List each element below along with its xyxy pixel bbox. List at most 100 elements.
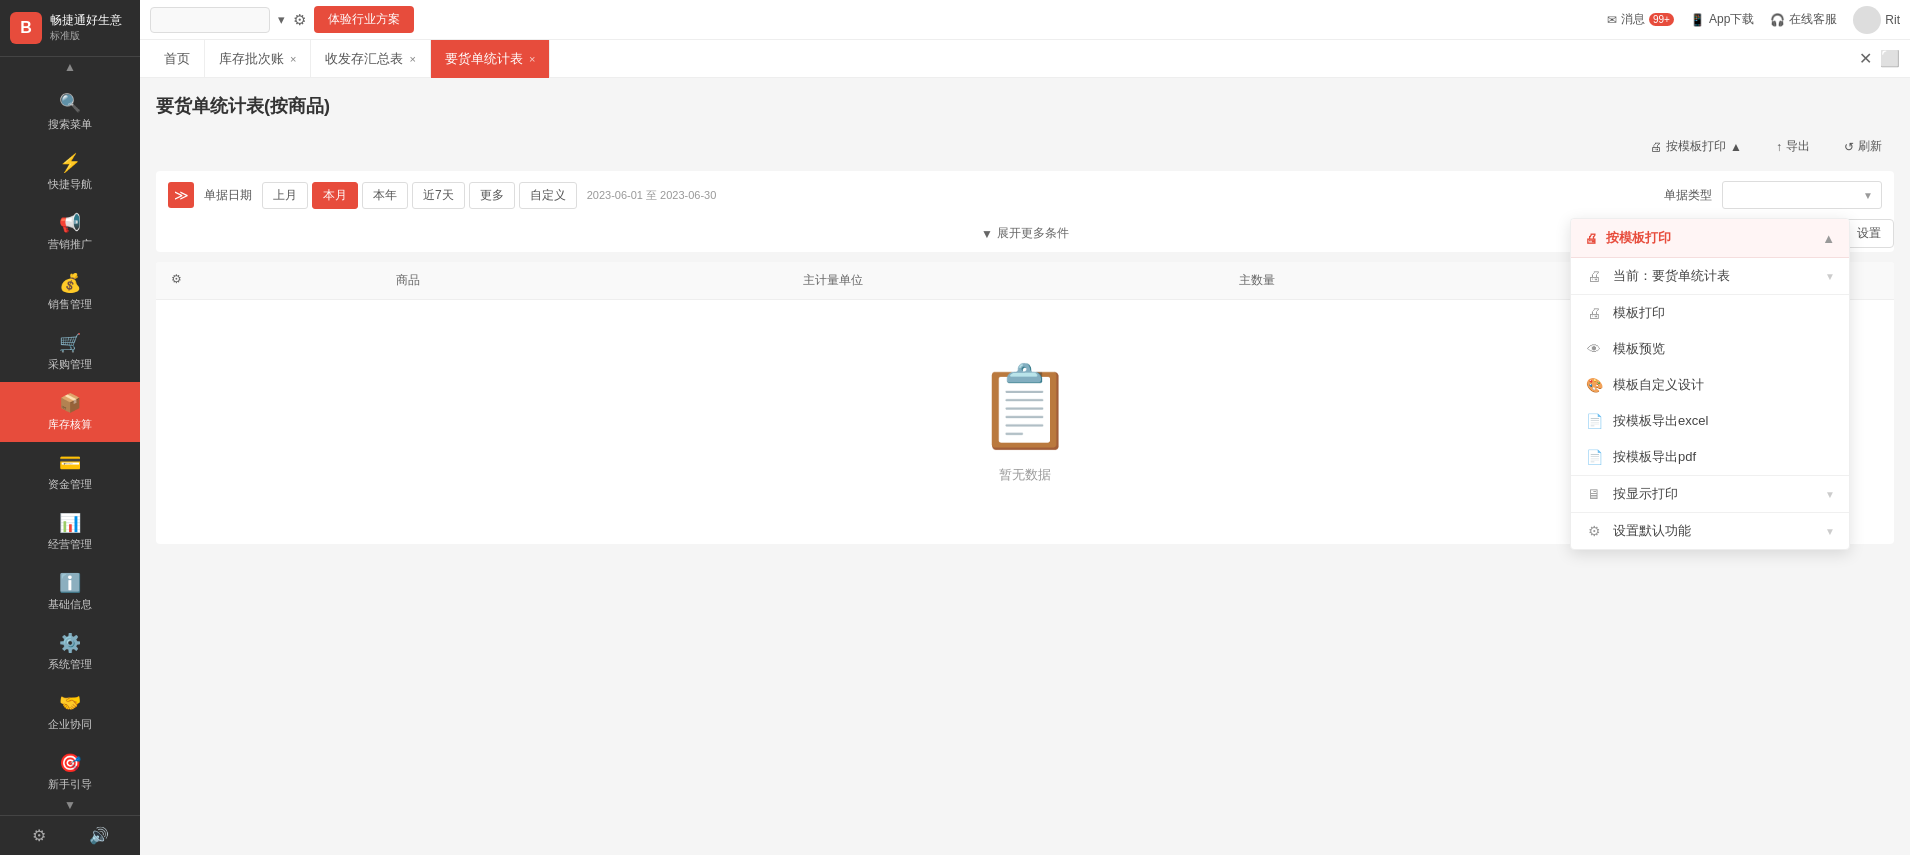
sidebar-item-label: 资金管理 xyxy=(48,477,92,492)
sidebar-item-marketing[interactable]: 📢营销推广 xyxy=(0,202,140,262)
th-gear[interactable]: ⚙ xyxy=(156,262,196,299)
order-type-select[interactable]: ▼ xyxy=(1722,181,1882,209)
sidebar-item-inventory[interactable]: 📦库存核算 xyxy=(0,382,140,442)
empty-text: 暂无数据 xyxy=(999,466,1051,484)
basic-icon: ℹ️ xyxy=(59,572,81,594)
dropdown-item-template-pdf[interactable]: 📄按模板导出pdf xyxy=(1571,439,1849,475)
refresh-label: 刷新 xyxy=(1858,138,1882,155)
tab-close-inventory-batch[interactable]: × xyxy=(290,53,296,65)
tab-close-all-btn[interactable]: ✕ xyxy=(1859,49,1872,68)
date-option-更多[interactable]: 更多 xyxy=(469,182,515,209)
tab-close-order-stats[interactable]: × xyxy=(529,53,535,65)
template-print-label: 模板打印 xyxy=(1613,304,1665,322)
dropdown-item-template-excel[interactable]: 📄按模板导出excel xyxy=(1571,403,1849,439)
print-dropdown-menu: 🖨 按模板打印 ▲ 🖨 当前：要货单统计表 ▼ 🖨模板打印👁模板预览🎨模板自定义… xyxy=(1570,218,1850,550)
message-btn[interactable]: ✉ 消息 99+ xyxy=(1607,11,1674,28)
sidebar-scroll-up[interactable]: ▲ xyxy=(0,57,140,77)
dropdown-print-icon: 🖨 xyxy=(1585,231,1598,246)
sidebar-item-guide[interactable]: 🎯 新手引导 xyxy=(0,742,140,795)
sidebar-item-label: 快捷导航 xyxy=(48,177,92,192)
settings-footer-icon[interactable]: ⚙ xyxy=(32,826,46,845)
sidebar-scroll-down[interactable]: ▼ xyxy=(0,795,140,815)
dropdown-item-template-print[interactable]: 🖨模板打印 xyxy=(1571,295,1849,331)
tab-order-stats[interactable]: 要货单统计表× xyxy=(431,40,550,78)
dropdown-current-item[interactable]: 🖨 当前：要货单统计表 ▼ xyxy=(1571,258,1849,294)
dropdown-chevron-up-icon[interactable]: ▲ xyxy=(1822,231,1835,246)
sidebar-item-operations[interactable]: 📊经营管理 xyxy=(0,502,140,562)
user-name: Rit xyxy=(1885,13,1900,27)
dropdown-section-display-print[interactable]: 🖥 按显示打印 ▼ xyxy=(1571,476,1849,512)
online-service-btn[interactable]: 🎧 在线客服 xyxy=(1770,11,1837,28)
dropdown-current-label: 当前：要货单统计表 xyxy=(1613,267,1730,285)
template-preview-label: 模板预览 xyxy=(1613,340,1665,358)
export-btn[interactable]: ↑ 导出 xyxy=(1764,132,1822,161)
dropdown-title: 按模板打印 xyxy=(1606,229,1671,247)
sidebar-item-label: 新手引导 xyxy=(48,777,92,792)
template-pdf-label: 按模板导出pdf xyxy=(1613,448,1696,466)
sidebar-item-label: 采购管理 xyxy=(48,357,92,372)
order-type-arrow-icon: ▼ xyxy=(1863,190,1873,201)
system-icon: ⚙️ xyxy=(59,632,81,654)
refresh-btn[interactable]: ↺ 刷新 xyxy=(1832,132,1894,161)
tab-receipts-summary[interactable]: 收发存汇总表× xyxy=(311,40,430,78)
quicknav-icon: ⚡ xyxy=(59,152,81,174)
trial-industry-btn[interactable]: 体验行业方案 xyxy=(314,6,414,33)
search-dropdown-btn[interactable]: ▾ xyxy=(278,12,285,27)
search-input[interactable] xyxy=(150,7,270,33)
app-download-btn[interactable]: 📱 App下载 xyxy=(1690,11,1754,28)
dropdown-current-arrow-icon: ▼ xyxy=(1825,271,1835,282)
template-design-icon: 🎨 xyxy=(1585,377,1603,393)
date-options: 上月本月本年近7天更多自定义 xyxy=(262,182,577,209)
dropdown-item-template-design[interactable]: 🎨模板自定义设计 xyxy=(1571,367,1849,403)
date-option-近7天[interactable]: 近7天 xyxy=(412,182,465,209)
sidebar-item-basic[interactable]: ℹ️基础信息 xyxy=(0,562,140,622)
guide-icon: 🎯 xyxy=(59,752,81,774)
sidebar-item-search[interactable]: 🔍搜索菜单 xyxy=(0,82,140,142)
export-label: 导出 xyxy=(1786,138,1810,155)
sidebar-item-sales[interactable]: 💰销售管理 xyxy=(0,262,140,322)
date-option-自定义[interactable]: 自定义 xyxy=(519,182,577,209)
sidebar-item-quicknav[interactable]: ⚡ 快捷导航 xyxy=(0,142,140,202)
user-avatar[interactable]: Rit xyxy=(1853,6,1900,34)
th-product: 商品 xyxy=(196,262,621,299)
tab-inventory-batch[interactable]: 库存批次账× xyxy=(205,40,311,78)
tab-bar-actions: ✕ ⬜ xyxy=(1859,49,1910,68)
content-area: 要货单统计表(按商品) 🖨 按模板打印 ▲ ↑ 导出 ↺ 刷新 ≫ 单据日期 上… xyxy=(140,78,1910,855)
th-unit: 主计量单位 xyxy=(621,262,1046,299)
page-title: 要货单统计表(按商品) xyxy=(156,94,1894,118)
tab-bar: 首页库存批次账×收发存汇总表×要货单统计表× ✕ ⬜ xyxy=(140,40,1910,78)
action-bar: 🖨 按模板打印 ▲ ↑ 导出 ↺ 刷新 xyxy=(156,132,1894,161)
tab-maximize-btn[interactable]: ⬜ xyxy=(1880,49,1900,68)
sidebar-item-label: 经营管理 xyxy=(48,537,92,552)
main-area: ▾ ⚙ 体验行业方案 ✉ 消息 99+ 📱 App下载 🎧 在线客服 Rit 首… xyxy=(140,0,1910,855)
inventory-icon: 📦 xyxy=(59,392,81,414)
dropdown-item-template-preview[interactable]: 👁模板预览 xyxy=(1571,331,1849,367)
expand-more-label: 展开更多条件 xyxy=(997,225,1069,242)
dropdown-section-default-func[interactable]: ⚙设置默认功能▼ xyxy=(1571,513,1849,549)
filter-expand-btn[interactable]: ≫ xyxy=(168,182,194,208)
date-option-上月[interactable]: 上月 xyxy=(262,182,308,209)
print-template-btn[interactable]: 🖨 按模板打印 ▲ xyxy=(1638,132,1754,161)
sidebar-item-collab[interactable]: 🤝企业协同 xyxy=(0,682,140,742)
sidebar-item-label: 企业协同 xyxy=(48,717,92,732)
tab-home[interactable]: 首页 xyxy=(150,40,205,78)
app-download-label: App下载 xyxy=(1709,11,1754,28)
template-excel-icon: 📄 xyxy=(1585,413,1603,429)
display-print-icon: 🖥 xyxy=(1585,486,1603,502)
tab-close-receipts-summary[interactable]: × xyxy=(409,53,415,65)
display-print-label: 按显示打印 xyxy=(1613,485,1678,503)
sidebar-item-purchase[interactable]: 🛒采购管理 xyxy=(0,322,140,382)
search-icon: 🔍 xyxy=(59,92,81,114)
date-option-本年[interactable]: 本年 xyxy=(362,182,408,209)
sales-icon: 💰 xyxy=(59,272,81,294)
sidebar-item-system[interactable]: ⚙️系统管理 xyxy=(0,622,140,682)
expand-more-btn[interactable]: ▼ 展开更多条件 xyxy=(981,225,1069,242)
sidebar-item-finance[interactable]: 💳资金管理 xyxy=(0,442,140,502)
gear-icon[interactable]: ⚙ xyxy=(293,11,306,29)
message-badge: 99+ xyxy=(1649,13,1674,26)
headset-icon: 🎧 xyxy=(1770,13,1785,27)
audio-footer-icon[interactable]: 🔊 xyxy=(89,826,109,845)
date-option-本月[interactable]: 本月 xyxy=(312,182,358,209)
display-print-arrow-icon: ▼ xyxy=(1825,489,1835,500)
settings-btn[interactable]: 设置 xyxy=(1844,219,1894,248)
